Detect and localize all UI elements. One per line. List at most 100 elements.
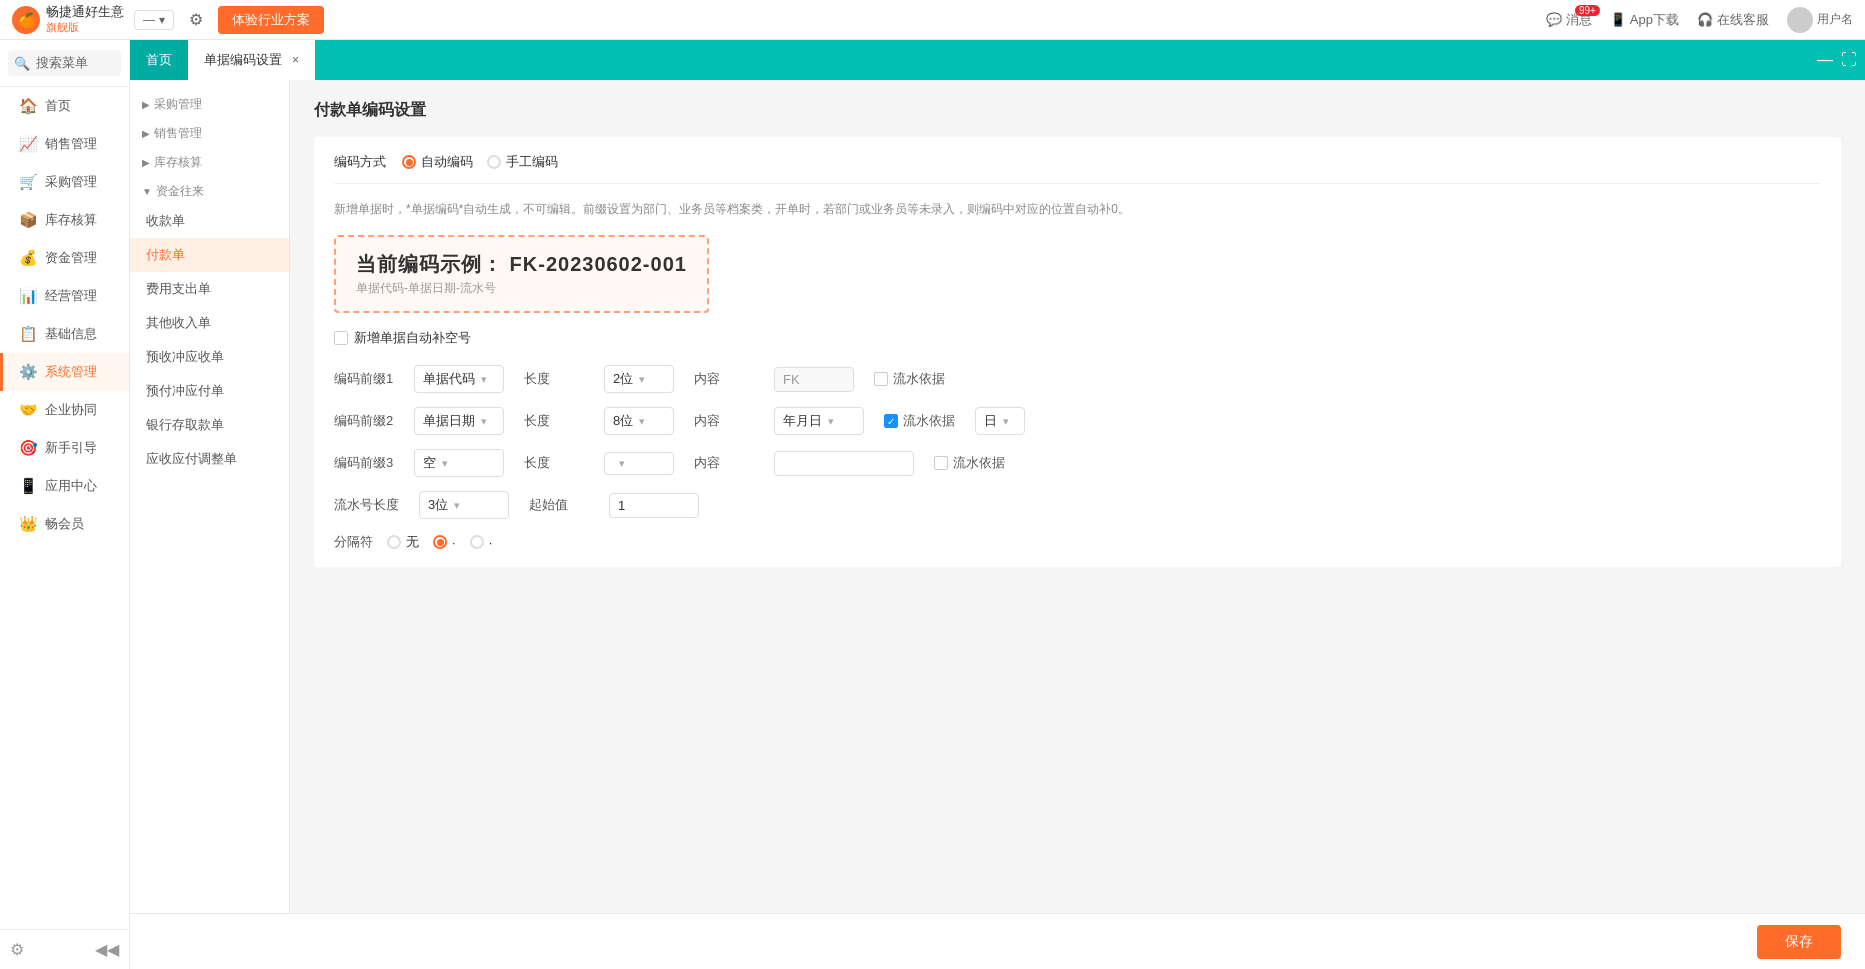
length3-select[interactable]: ▾ <box>604 452 674 475</box>
sidebar-item-inventory[interactable]: 📦 库存核算 <box>0 201 129 239</box>
content1-input[interactable] <box>774 367 854 392</box>
prefix2-select[interactable]: 单据日期 ▾ <box>414 407 504 435</box>
sidebar-item-enterprise[interactable]: 🤝 企业协同 <box>0 391 129 429</box>
tab-close-icon[interactable]: × <box>292 53 299 67</box>
search-menu-button[interactable]: 🔍 搜索菜单 <box>8 50 121 76</box>
tab-encoding-label: 单据编码设置 <box>204 51 282 69</box>
sec-menu-income-label: 其他收入单 <box>146 314 211 332</box>
prefix1-select[interactable]: 单据代码 ▾ <box>414 365 504 393</box>
sidebar-item-purchase[interactable]: 🛒 采购管理 <box>0 163 129 201</box>
sec-menu-receipt[interactable]: 收款单 <box>130 204 289 238</box>
sidebar-item-basics[interactable]: 📋 基础信息 <box>0 315 129 353</box>
flow1-checkbox[interactable] <box>874 372 888 386</box>
user-menu[interactable]: 用户名 <box>1787 7 1853 33</box>
encoding-method-label: 编码方式 <box>334 153 386 171</box>
sec-menu-sales-label: 销售管理 <box>154 125 202 142</box>
length2-label: 长度 <box>524 412 584 430</box>
sec-menu-adjustment[interactable]: 应收应付调整单 <box>130 442 289 476</box>
trial-button[interactable]: 体验行业方案 <box>218 6 324 34</box>
manual-encoding-radio[interactable] <box>487 155 501 169</box>
home-icon: 🏠 <box>19 97 37 115</box>
sec-menu-income[interactable]: 其他收入单 <box>130 306 289 340</box>
sep-dash-radio[interactable] <box>433 535 447 549</box>
message-badge: 99+ <box>1575 5 1600 16</box>
sep-other-label: · <box>489 535 493 550</box>
sec-menu-expense[interactable]: 费用支出单 <box>130 272 289 306</box>
length2-arrow-icon: ▾ <box>639 415 645 428</box>
sec-menu-sales[interactable]: ▶ 销售管理 <box>130 117 289 146</box>
prefix3-select[interactable]: 空 ▾ <box>414 449 504 477</box>
main-area: 首页 单据编码设置 × — ⛶ ▶ 采购管理 ▶ 销售管理 <box>130 40 1865 969</box>
sec-menu-payment-label: 付款单 <box>146 246 185 264</box>
sep-dash-option[interactable]: · <box>433 535 456 550</box>
length1-select[interactable]: 2位 ▾ <box>604 365 674 393</box>
sec-menu-funds[interactable]: ▼ 资金往来 <box>130 175 289 204</box>
auto-encoding-radio[interactable] <box>402 155 416 169</box>
layout: 🔍 搜索菜单 🏠 首页 📈 销售管理 🛒 采购管理 📦 <box>0 40 1865 969</box>
sidebar-item-finance[interactable]: 💰 资金管理 <box>0 239 129 277</box>
serial-length-select[interactable]: 3位 ▾ <box>419 491 509 519</box>
content2-select[interactable]: 年月日 ▾ <box>774 407 864 435</box>
sidebar-item-member[interactable]: 👑 畅会员 <box>0 505 129 543</box>
tab-maximize-button[interactable]: ⛶ <box>1841 51 1857 69</box>
sep-none-radio[interactable] <box>387 535 401 549</box>
sidebar-item-sales[interactable]: 📈 销售管理 <box>0 125 129 163</box>
message-button[interactable]: 💬 消息 99+ <box>1546 11 1592 29</box>
length1-label: 长度 <box>524 370 584 388</box>
sidebar-item-guide[interactable]: 🎯 新手引导 <box>0 429 129 467</box>
preview-code: FK-20230602-001 <box>510 253 687 275</box>
flow2-checkbox[interactable]: ✓ <box>884 414 898 428</box>
sidebar-item-apps-label: 应用中心 <box>45 477 97 495</box>
flow2-period-select[interactable]: 日 ▾ <box>975 407 1025 435</box>
prefix3-label: 编码前缀3 <box>334 454 394 472</box>
auto-encoding-option[interactable]: 自动编码 <box>402 153 473 171</box>
sidebar-item-basics-label: 基础信息 <box>45 325 97 343</box>
sec-menu-prepayment[interactable]: 预付冲应付单 <box>130 374 289 408</box>
length2-value: 8位 <box>613 412 633 430</box>
sales-icon: 📈 <box>19 135 37 153</box>
settings-icon[interactable]: ⚙ <box>184 8 208 32</box>
sec-menu-purchase[interactable]: ▶ 采购管理 <box>130 88 289 117</box>
length3-arrow-icon: ▾ <box>619 457 625 470</box>
online-service-label: 在线客服 <box>1717 11 1769 29</box>
prefix3-value: 空 <box>423 454 436 472</box>
online-service-button[interactable]: 🎧 在线客服 <box>1697 11 1769 29</box>
topbar-right: 💬 消息 99+ 📱 App下载 🎧 在线客服 用户名 <box>1546 7 1853 33</box>
flow3-checkbox[interactable] <box>934 456 948 470</box>
content3-input[interactable] <box>774 451 914 476</box>
sidebar-item-member-label: 畅会员 <box>45 515 84 533</box>
start-value-input[interactable] <box>609 493 699 518</box>
sec-menu-inventory[interactable]: ▶ 库存核算 <box>130 146 289 175</box>
app-download-button[interactable]: 📱 App下载 <box>1610 11 1679 29</box>
length2-select[interactable]: 8位 ▾ <box>604 407 674 435</box>
sidebar-collapse-icon[interactable]: ◀◀ <box>95 940 119 959</box>
sec-menu-prereceipt[interactable]: 预收冲应收单 <box>130 340 289 374</box>
app-download-label: App下载 <box>1630 11 1679 29</box>
sidebar-item-home[interactable]: 🏠 首页 <box>0 87 129 125</box>
save-button[interactable]: 保存 <box>1757 925 1841 959</box>
tab-actions: — ⛶ <box>1817 51 1865 69</box>
sep-other-option[interactable]: · <box>470 535 493 550</box>
sec-menu-payment[interactable]: 付款单 <box>130 238 289 272</box>
sidebar-settings-icon[interactable]: ⚙ <box>10 940 24 959</box>
sec-menu-bank[interactable]: 银行存取款单 <box>130 408 289 442</box>
search-menu-label: 搜索菜单 <box>36 54 88 72</box>
sidebar-item-operations[interactable]: 📊 经营管理 <box>0 277 129 315</box>
sidebar-item-system[interactable]: ⚙️ 系统管理 <box>0 353 129 391</box>
sidebar-bottom: ⚙ ◀◀ <box>0 929 129 969</box>
tab-encoding-settings[interactable]: 单据编码设置 × <box>188 40 315 80</box>
sep-other-radio[interactable] <box>470 535 484 549</box>
flow3-label: 流水依据 <box>953 454 1005 472</box>
auto-zero-label: 新增单据自动补空号 <box>354 329 471 347</box>
auto-zero-checkbox[interactable] <box>334 331 348 345</box>
sep-none-option[interactable]: 无 <box>387 533 419 551</box>
topbar-dropdown[interactable]: — ▾ <box>134 10 174 30</box>
content2-value: 年月日 <box>783 412 822 430</box>
settings-panel: 编码方式 自动编码 手工编码 <box>314 137 1841 567</box>
tab-minimize-button[interactable]: — <box>1817 51 1833 69</box>
manual-encoding-option[interactable]: 手工编码 <box>487 153 558 171</box>
tab-home[interactable]: 首页 <box>130 40 188 80</box>
finance-icon: 💰 <box>19 249 37 267</box>
sidebar-item-apps[interactable]: 📱 应用中心 <box>0 467 129 505</box>
code-preview-sub: 单据代码-单据日期-流水号 <box>356 280 687 297</box>
